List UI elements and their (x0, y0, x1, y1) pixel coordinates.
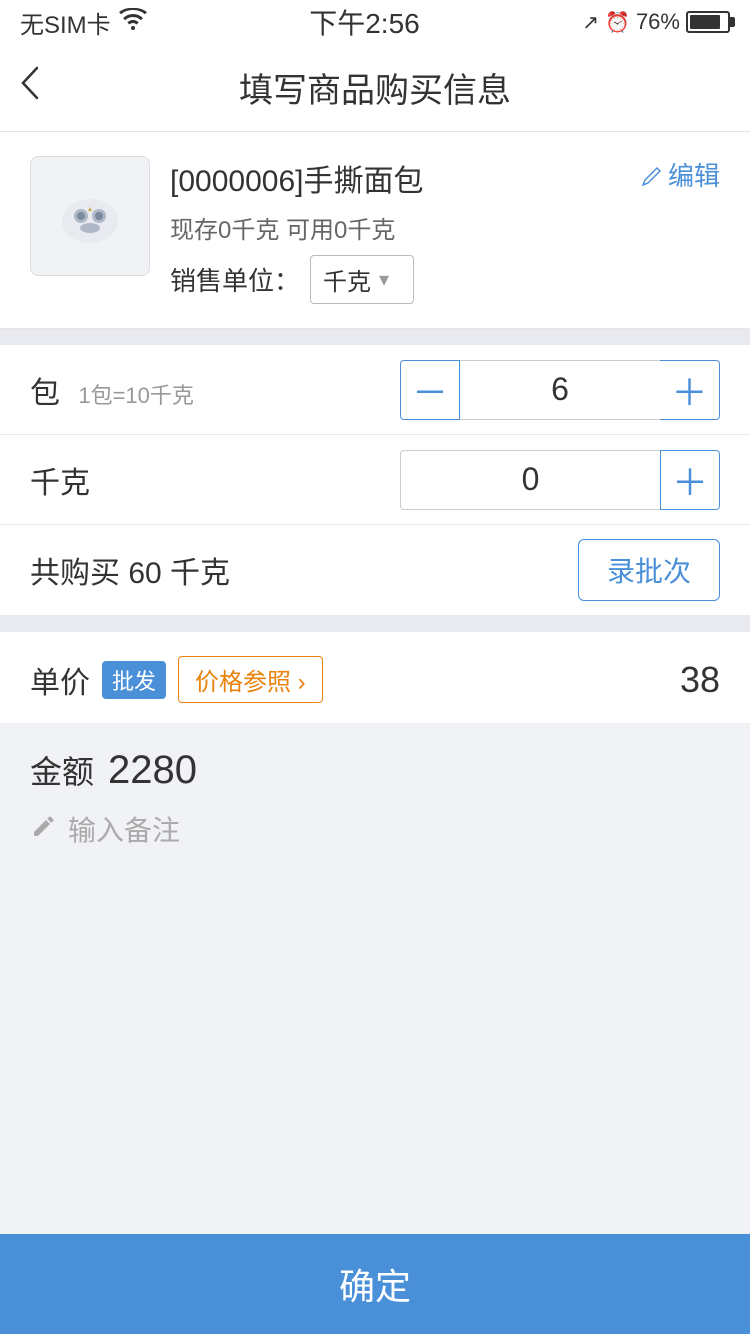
product-stock: 现存0千克 可用0千克 (170, 210, 720, 245)
remark-icon (30, 812, 58, 847)
battery-icon (686, 11, 730, 33)
kg-label: 千克 (30, 458, 400, 502)
product-unit-row: 销售单位： 千克 ▾ (170, 255, 720, 304)
total-row: 共购买 60 千克 录批次 (0, 525, 750, 615)
page-filler (0, 863, 750, 1263)
product-image (30, 156, 150, 276)
unit-dropdown[interactable]: 千克 ▾ (310, 255, 414, 304)
section-separator-1 (0, 329, 750, 345)
kg-qty-input[interactable] (400, 450, 660, 510)
price-label: 单价 (30, 658, 90, 702)
battery-percent: 76% (636, 9, 680, 35)
confirm-label: 确定 (339, 1258, 411, 1310)
edit-button[interactable]: 编辑 (642, 156, 720, 193)
package-row: 包 1包=10千克 － ＋ (0, 345, 750, 435)
price-section: 单价 批发 价格参照 › 38 (0, 631, 750, 723)
alarm-icon: ⏰ (605, 10, 630, 35)
remark-text: 输入备注 (68, 809, 180, 849)
amount-section: 金额 2280 输入备注 (0, 723, 750, 863)
price-ref-button[interactable]: 价格参照 › (178, 656, 323, 703)
status-right: ↗ ⏰ 76% (582, 9, 730, 35)
total-text: 共购买 60 千克 (30, 548, 230, 592)
confirm-bar[interactable]: 确定 (0, 1234, 750, 1334)
wifi-icon (119, 8, 147, 37)
input-section: 包 1包=10千克 － ＋ 千克 ＋ (0, 345, 750, 525)
page-title: 填写商品购买信息 (239, 63, 511, 112)
package-minus-button[interactable]: － (400, 360, 460, 420)
product-card: [0000006]手撕面包 编辑 现存0千克 可用0千克 销售单位： 千克 ▾ (0, 132, 750, 329)
status-bar: 无SIM卡 下午2:56 ↗ ⏰ 76% (0, 0, 750, 44)
amount-row: 金额 2280 (30, 747, 720, 793)
kg-plus-button[interactable]: ＋ (660, 450, 720, 510)
package-controls: － ＋ (400, 360, 720, 420)
carrier-text: 无SIM卡 (20, 5, 111, 40)
nav-bar: 填写商品购买信息 (0, 44, 750, 132)
kg-controls: ＋ (400, 450, 720, 510)
back-button[interactable] (20, 66, 40, 109)
amount-value: 2280 (108, 748, 197, 793)
product-name: [0000006]手撕面包 (170, 156, 423, 200)
remark-row[interactable]: 输入备注 (30, 809, 720, 849)
batch-tag: 批发 (102, 661, 166, 699)
status-left: 无SIM卡 (20, 5, 147, 40)
product-info: [0000006]手撕面包 编辑 现存0千克 可用0千克 销售单位： 千克 ▾ (170, 156, 720, 304)
package-sub-label: 1包=10千克 (78, 383, 194, 408)
package-plus-button[interactable]: ＋ (660, 360, 720, 420)
price-label-group: 单价 批发 价格参照 › (30, 656, 323, 703)
amount-label: 金额 (30, 747, 94, 793)
location-icon: ↗ (582, 10, 599, 35)
unit-label: 销售单位： (170, 261, 300, 298)
section-separator-2 (0, 615, 750, 631)
status-time: 下午2:56 (309, 2, 420, 42)
package-qty-input[interactable] (460, 360, 660, 420)
batch-button[interactable]: 录批次 (578, 539, 720, 601)
price-row: 单价 批发 价格参照 › 38 (30, 656, 720, 703)
kg-row: 千克 ＋ (0, 435, 750, 525)
price-value: 38 (680, 659, 720, 701)
package-label: 包 1包=10千克 (30, 368, 400, 412)
